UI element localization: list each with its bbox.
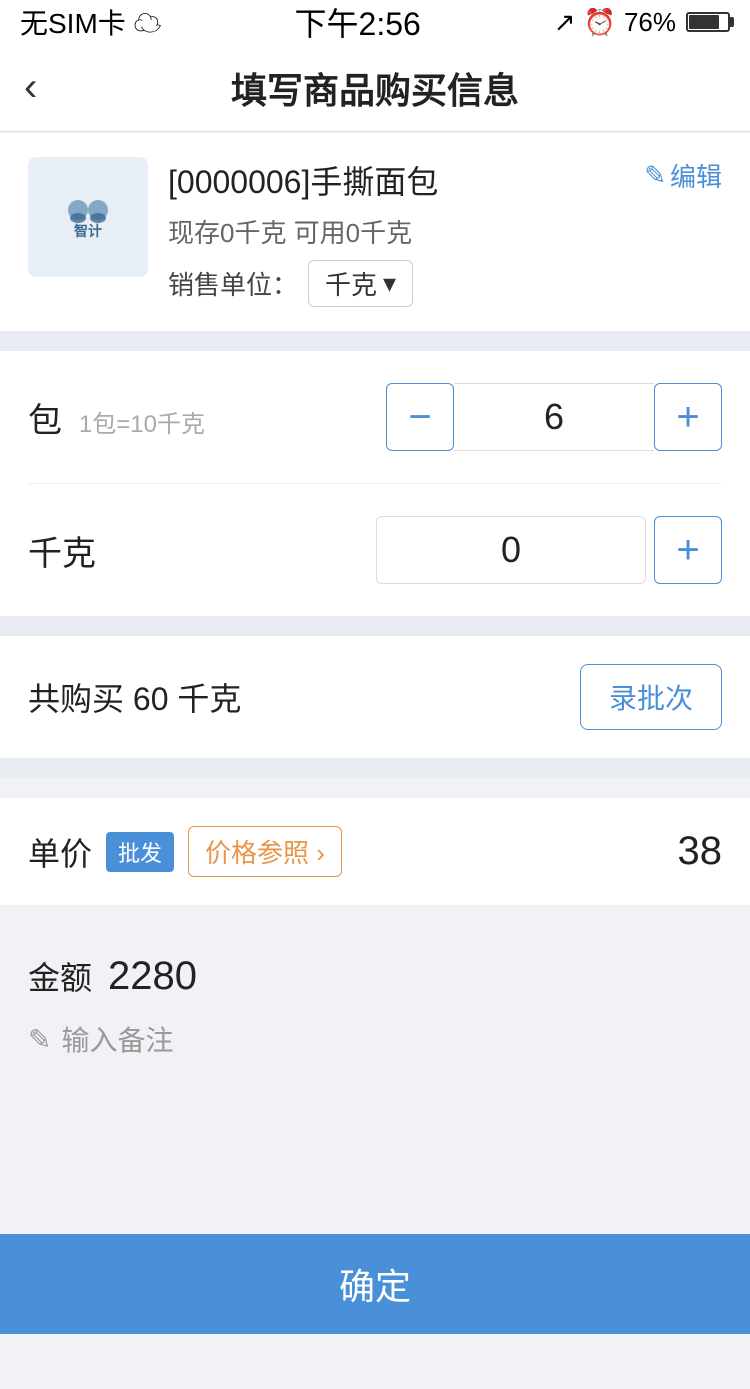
amount-value: 2280 xyxy=(108,954,197,999)
bag-quantity-section: 包 1包=10千克 − + 千克 + xyxy=(0,351,750,616)
alarm-icon: ⏰ xyxy=(584,7,616,38)
page-title: 填写商品购买信息 xyxy=(231,62,519,114)
battery-icon xyxy=(686,12,730,32)
unit-label: 销售单位： xyxy=(168,265,298,302)
price-row: 单价 批发 价格参照 › 38 xyxy=(28,826,722,877)
price-value: 38 xyxy=(678,829,723,874)
product-name: [0000006]手撕面包 xyxy=(168,157,722,203)
section-divider-1 xyxy=(0,331,750,351)
bag-label-group: 包 1包=10千克 xyxy=(28,393,205,442)
summary-section: 共购买 60 千克 录批次 xyxy=(0,636,750,758)
nav-bar: ‹ 填写商品购买信息 xyxy=(0,44,750,132)
bag-decrement-button[interactable]: − xyxy=(386,383,454,451)
back-button[interactable]: ‹ xyxy=(24,65,37,110)
chevron-down-icon: ▾ xyxy=(383,268,396,299)
amount-row: 金额 2280 xyxy=(28,933,722,1009)
amount-section: 金额 2280 ✎ 输入备注 xyxy=(0,905,750,1089)
amount-label: 金额 xyxy=(28,953,92,999)
kg-increment-button[interactable]: + xyxy=(654,516,722,584)
product-image: 智计 xyxy=(28,157,148,277)
record-batch-button[interactable]: 录批次 xyxy=(580,664,722,730)
bag-label: 包 xyxy=(28,402,62,440)
pencil-icon: ✎ xyxy=(28,1023,51,1056)
product-unit-row: 销售单位： 千克 ▾ xyxy=(168,260,722,307)
product-info: [0000006]手撕面包 现存0千克 可用0千克 销售单位： 千克 ▾ xyxy=(168,157,722,307)
kg-quantity-row: 千克 + xyxy=(28,484,722,616)
summary-text: 共购买 60 千克 xyxy=(28,674,241,720)
battery-percent: 76% xyxy=(624,7,676,38)
edit-button[interactable]: ✎ 编辑 xyxy=(644,157,722,194)
section-divider-2 xyxy=(0,616,750,636)
status-left: 无SIM卡 ☁ xyxy=(20,2,162,42)
product-stock: 现存0千克 可用0千克 xyxy=(168,213,722,250)
status-time: 下午2:56 xyxy=(295,0,421,45)
bag-qty-control: − + xyxy=(386,383,722,451)
kg-qty-input[interactable] xyxy=(376,516,646,584)
status-right: ↗ ⏰ 76% xyxy=(554,7,730,38)
bag-quantity-row: 包 1包=10千克 − + xyxy=(28,351,722,484)
edit-icon: ✎ xyxy=(644,160,666,191)
price-tag: 批发 xyxy=(106,832,174,872)
product-card: 智计 [0000006]手撕面包 现存0千克 可用0千克 销售单位： 千克 ▾ … xyxy=(0,133,750,331)
section-divider-3 xyxy=(0,758,750,778)
svg-text:智计: 智计 xyxy=(73,223,102,239)
signal-icon: ↗ xyxy=(554,7,576,38)
bag-qty-input[interactable] xyxy=(454,383,654,451)
bag-increment-button[interactable]: + xyxy=(654,383,722,451)
status-bar: 无SIM卡 ☁ 下午2:56 ↗ ⏰ 76% xyxy=(0,0,750,44)
bag-sublabel: 1包=10千克 xyxy=(79,411,205,438)
kg-label: 千克 xyxy=(28,526,96,575)
unit-selector[interactable]: 千克 ▾ xyxy=(308,260,413,307)
price-label: 单价 xyxy=(28,829,92,875)
price-section: 单价 批发 价格参照 › 38 xyxy=(0,798,750,905)
note-row[interactable]: ✎ 输入备注 xyxy=(28,1009,722,1089)
price-reference-button[interactable]: 价格参照 › xyxy=(188,826,342,877)
sim-label: 无SIM卡 ☁ xyxy=(20,2,162,42)
kg-qty-control: + xyxy=(376,516,722,584)
confirm-button[interactable]: 确定 xyxy=(0,1234,750,1334)
price-label-group: 单价 批发 价格参照 › xyxy=(28,826,342,877)
note-placeholder: 输入备注 xyxy=(61,1019,173,1059)
